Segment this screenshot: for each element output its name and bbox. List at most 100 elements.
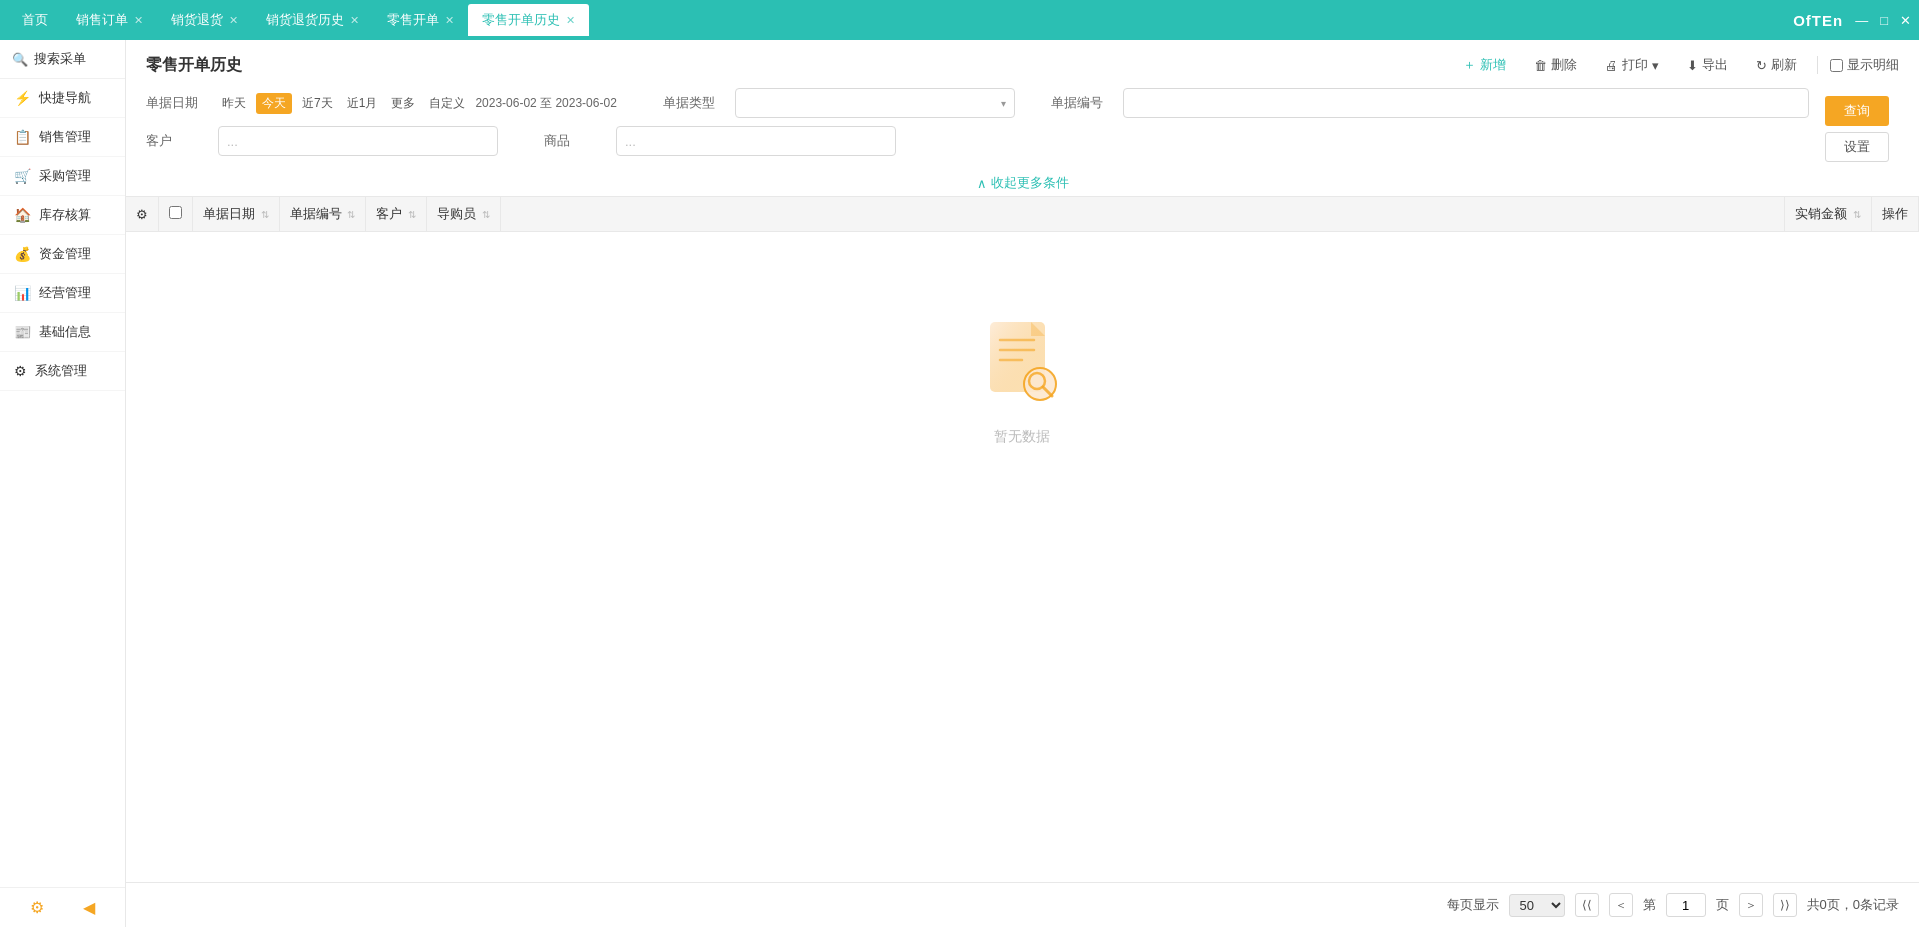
goods-input[interactable]: ... [616, 126, 896, 156]
table-header: ⚙ 单据日期 ⇅ 单据编号 ⇅ [126, 197, 1919, 232]
col-salesperson-sort[interactable]: ⇅ [482, 209, 490, 220]
basic-info-icon: 📰 [14, 324, 31, 340]
query-button[interactable]: 查询 [1825, 96, 1889, 126]
col-customer-label: 客户 [376, 206, 402, 221]
collapse-row: ∧ 收起更多条件 [146, 170, 1899, 196]
display-detail-checkbox-label[interactable]: 显示明细 [1830, 56, 1899, 74]
toolbar-divider [1817, 56, 1818, 74]
col-customer-sort[interactable]: ⇅ [408, 209, 416, 220]
tab-sales-return-history-label: 销货退货历史 [266, 11, 344, 29]
prev-page-btn[interactable]: ＜ [1609, 893, 1633, 917]
col-checkbox[interactable] [159, 197, 193, 232]
col-customer: 客户 ⇅ [366, 197, 427, 232]
tab-sales-return[interactable]: 销货退货 ✕ [157, 4, 252, 36]
col-gear[interactable]: ⚙ [126, 197, 159, 232]
export-button[interactable]: ⬇ 导出 [1679, 52, 1736, 78]
sidebar-item-finance[interactable]: 💰 资金管理 [0, 235, 125, 274]
window-close[interactable]: ✕ [1900, 13, 1911, 28]
tab-sales-return-close[interactable]: ✕ [229, 14, 238, 27]
tab-home[interactable]: 首页 [8, 4, 62, 36]
col-number-label: 单据编号 [290, 206, 342, 221]
date-btn-yesterday[interactable]: 昨天 [218, 93, 250, 114]
date-btn-today[interactable]: 今天 [256, 93, 292, 114]
content-area: 零售开单历史 ＋ 新增 🗑 删除 🖨 打印 ▾ [126, 40, 1919, 927]
sales-mgmt-icon: 📋 [14, 129, 31, 145]
delete-button[interactable]: 🗑 删除 [1526, 52, 1585, 78]
page-suffix-label: 页 [1716, 896, 1729, 914]
print-button[interactable]: 🖨 打印 ▾ [1597, 52, 1667, 78]
tab-retail-open-label: 零售开单 [387, 11, 439, 29]
sidebar: 🔍 搜索采单 ⚡ 快捷导航 📋 销售管理 🛒 采购管理 🏠 库存核算 💰 资金管… [0, 40, 126, 927]
tab-retail-open-history-close[interactable]: ✕ [566, 14, 575, 27]
add-icon: ＋ [1463, 56, 1476, 74]
add-label: 新增 [1480, 56, 1506, 74]
empty-text: 暂无数据 [994, 428, 1050, 446]
sidebar-item-operations[interactable]: 📊 经营管理 [0, 274, 125, 313]
tab-sales-return-label: 销货退货 [171, 11, 223, 29]
type-filter-label: 单据类型 [663, 94, 719, 112]
empty-cell: 暂无数据 [126, 232, 1919, 527]
tab-sales-order-close[interactable]: ✕ [134, 14, 143, 27]
tab-retail-open[interactable]: 零售开单 ✕ [373, 4, 468, 36]
sidebar-collapse-btn[interactable]: ◀ [83, 898, 95, 917]
tab-sales-return-history[interactable]: 销货退货历史 ✕ [252, 4, 373, 36]
brand-text: OfTEn [1793, 12, 1843, 29]
sidebar-item-quick-nav[interactable]: ⚡ 快捷导航 [0, 79, 125, 118]
page-title: 零售开单历史 [146, 55, 242, 76]
col-number-sort[interactable]: ⇅ [347, 209, 355, 220]
main-layout: 🔍 搜索采单 ⚡ 快捷导航 📋 销售管理 🛒 采购管理 🏠 库存核算 💰 资金管… [0, 40, 1919, 927]
sidebar-item-basic-info[interactable]: 📰 基础信息 [0, 313, 125, 352]
per-page-select[interactable]: 50 100 200 [1509, 894, 1565, 917]
tab-retail-open-close[interactable]: ✕ [445, 14, 454, 27]
col-amount-sort[interactable]: ⇅ [1853, 209, 1861, 220]
query-set-group: 查询 设置 [1809, 88, 1899, 170]
sidebar-item-inventory[interactable]: 🏠 库存核算 [0, 196, 125, 235]
sidebar-item-purchase-mgmt-label: 采购管理 [39, 167, 91, 185]
first-page-btn[interactable]: ⟨⟨ [1575, 893, 1599, 917]
window-minimize[interactable]: — [1855, 13, 1868, 28]
toolbar: ＋ 新增 🗑 删除 🖨 打印 ▾ ⬇ 导出 [1455, 52, 1899, 78]
sidebar-item-system-label: 系统管理 [35, 362, 87, 380]
data-table: ⚙ 单据日期 ⇅ 单据编号 ⇅ [126, 197, 1919, 526]
page-input[interactable] [1666, 893, 1706, 917]
next-page-btn[interactable]: ＞ [1739, 893, 1763, 917]
sidebar-item-operations-label: 经营管理 [39, 284, 91, 302]
sidebar-item-system[interactable]: ⚙ 系统管理 [0, 352, 125, 391]
add-button[interactable]: ＋ 新增 [1455, 52, 1514, 78]
window-maximize[interactable]: □ [1880, 13, 1888, 28]
set-button[interactable]: 设置 [1825, 132, 1889, 162]
display-detail-checkbox[interactable] [1830, 59, 1843, 72]
operations-icon: 📊 [14, 285, 31, 301]
tab-sales-return-history-close[interactable]: ✕ [350, 14, 359, 27]
col-date-label: 单据日期 [203, 206, 255, 221]
refresh-button[interactable]: ↻ 刷新 [1748, 52, 1805, 78]
col-date-sort[interactable]: ⇅ [261, 209, 269, 220]
sidebar-item-sales-mgmt[interactable]: 📋 销售管理 [0, 118, 125, 157]
col-action-label: 操作 [1882, 206, 1908, 221]
customer-dots: ... [227, 134, 238, 149]
gear-icon[interactable]: ⚙ [136, 207, 148, 222]
date-btn-7days[interactable]: 近7天 [298, 93, 337, 114]
sidebar-settings-btn[interactable]: ⚙ [30, 898, 44, 917]
sidebar-bottom: ⚙ ◀ [0, 887, 125, 927]
number-input[interactable] [1123, 88, 1809, 118]
tab-sales-order[interactable]: 销售订单 ✕ [62, 4, 157, 36]
type-select[interactable]: ▾ [735, 88, 1015, 118]
sidebar-search-label: 搜索采单 [34, 50, 86, 68]
last-page-btn[interactable]: ⟩⟩ [1773, 893, 1797, 917]
sidebar-item-purchase-mgmt[interactable]: 🛒 采购管理 [0, 157, 125, 196]
customer-input[interactable]: ... [218, 126, 498, 156]
date-btn-custom[interactable]: 自定义 [425, 93, 469, 114]
tab-retail-open-history[interactable]: 零售开单历史 ✕ [468, 4, 589, 36]
date-btn-more[interactable]: 更多 [387, 93, 419, 114]
col-date: 单据日期 ⇅ [193, 197, 280, 232]
date-filter: 昨天 今天 近7天 近1月 更多 自定义 2023-06-02 至 2023-0… [218, 93, 617, 114]
filter-fields: 单据日期 昨天 今天 近7天 近1月 更多 自定义 2023-06-02 至 2… [146, 88, 1809, 170]
goods-dots: ... [625, 134, 636, 149]
finance-icon: 💰 [14, 246, 31, 262]
select-all-checkbox[interactable] [169, 206, 182, 219]
date-btn-1month[interactable]: 近1月 [343, 93, 382, 114]
print-label: 打印 [1622, 56, 1648, 74]
sidebar-search[interactable]: 🔍 搜索采单 [0, 40, 125, 79]
collapse-button[interactable]: ∧ 收起更多条件 [977, 174, 1069, 192]
